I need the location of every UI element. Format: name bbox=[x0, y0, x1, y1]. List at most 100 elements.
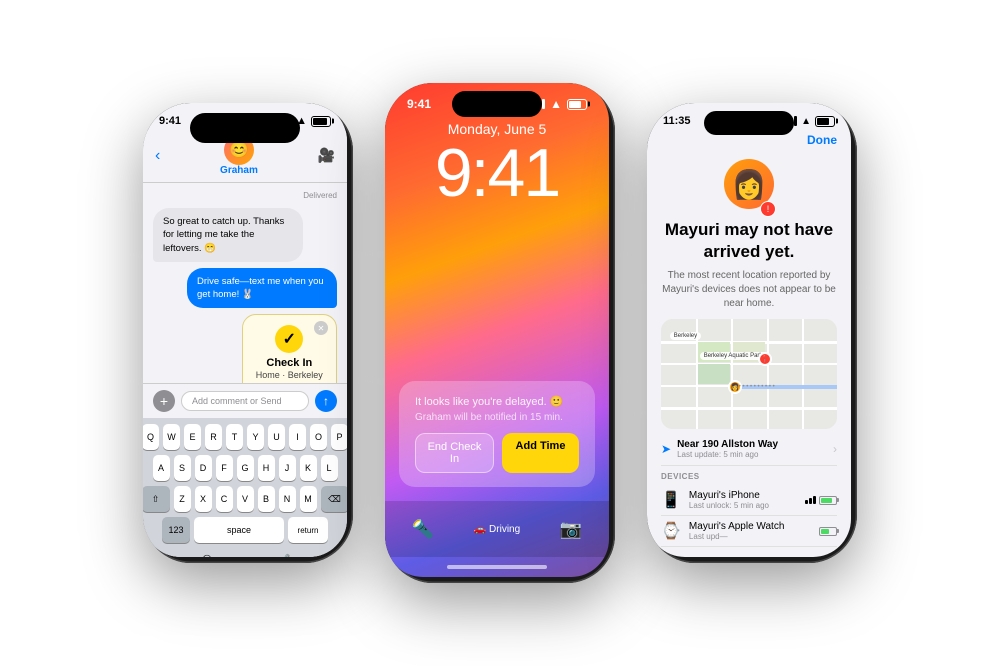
device-signals-iphone bbox=[805, 496, 837, 505]
keyboard-bottom: ☺ 🎤 bbox=[147, 548, 343, 557]
location-text-block: Near 190 Allston Way Last update: 5 min … bbox=[677, 439, 778, 459]
ls-dock: 🔦 🚗 Driving 📷 bbox=[385, 501, 609, 557]
key-backspace[interactable]: ⌫ bbox=[321, 486, 348, 512]
key-p[interactable]: P bbox=[331, 424, 347, 450]
key-i[interactable]: I bbox=[289, 424, 306, 450]
map-road-v3 bbox=[767, 319, 769, 429]
location-update-time: Last update: 5 min ago bbox=[677, 450, 778, 459]
key-z[interactable]: Z bbox=[174, 486, 191, 512]
key-space[interactable]: space bbox=[194, 517, 284, 543]
key-x[interactable]: X bbox=[195, 486, 212, 512]
battery-icon bbox=[311, 116, 331, 127]
time: 9:41 bbox=[159, 115, 181, 127]
video-call-button[interactable]: 🎥 bbox=[318, 147, 335, 164]
checkin-card: ✕ ✓ Check In Home · BerkeleyAround 11:00… bbox=[242, 314, 337, 383]
device-info-watch: Mayuri's Apple Watch Last upd— bbox=[689, 521, 811, 541]
key-s[interactable]: S bbox=[174, 455, 191, 481]
map-label-berkeley: Berkeley bbox=[670, 332, 701, 340]
delivered-status: Delivered bbox=[153, 191, 337, 200]
key-t[interactable]: T bbox=[226, 424, 243, 450]
contact-name[interactable]: Graham bbox=[220, 165, 258, 176]
map-label-aquatic: Berkeley Aquatic Park bbox=[700, 352, 767, 360]
key-w[interactable]: W bbox=[163, 424, 180, 450]
key-shift[interactable]: ⇧ bbox=[143, 486, 170, 512]
key-e[interactable]: E bbox=[184, 424, 201, 450]
messages-screen: 9:41 ▲ ‹ 😊 Graham 🎥 Deliver bbox=[143, 103, 347, 557]
emoji-button[interactable]: ☺ bbox=[200, 550, 214, 557]
key-q[interactable]: Q bbox=[143, 424, 159, 450]
watch-icon: ⌚ bbox=[661, 521, 681, 541]
ls-wifi-icon: ▲ bbox=[550, 97, 562, 111]
map-road-h2 bbox=[661, 363, 837, 365]
keyboard-row-4: 123 space return bbox=[147, 517, 343, 543]
ls-time: 9:41 bbox=[407, 97, 431, 111]
done-button[interactable]: Done bbox=[807, 133, 837, 147]
attachment-button[interactable]: + bbox=[153, 390, 175, 412]
checkin-icon: ✓ bbox=[275, 325, 303, 353]
device-signals-watch bbox=[819, 527, 837, 536]
location-address: Near 190 Allston Way bbox=[677, 439, 778, 450]
key-f[interactable]: F bbox=[216, 455, 233, 481]
key-r[interactable]: R bbox=[205, 424, 222, 450]
findmy-screen: 11:35 ▲ Done 👩 ! Mayuri ma bbox=[647, 103, 851, 557]
dynamic-island-2 bbox=[452, 91, 542, 117]
device-status-watch: Last upd— bbox=[689, 532, 811, 541]
key-j[interactable]: J bbox=[279, 455, 296, 481]
device-status-iphone: Last unlock: 5 min ago bbox=[689, 501, 797, 510]
location-info: ➤ Near 190 Allston Way Last update: 5 mi… bbox=[661, 439, 778, 459]
key-h[interactable]: H bbox=[258, 455, 275, 481]
map-block-2 bbox=[698, 364, 730, 384]
ls-dock-icons: 🚗 Driving bbox=[474, 524, 520, 535]
key-numbers[interactable]: 123 bbox=[162, 517, 190, 543]
key-n[interactable]: N bbox=[279, 486, 296, 512]
location-row[interactable]: ➤ Near 190 Allston Way Last update: 5 mi… bbox=[661, 433, 837, 466]
key-u[interactable]: U bbox=[268, 424, 285, 450]
checkin-close-button[interactable]: ✕ bbox=[314, 321, 328, 335]
key-o[interactable]: O bbox=[310, 424, 327, 450]
findmy-headline: Mayuri may not have arrived yet. bbox=[661, 219, 837, 263]
key-d[interactable]: D bbox=[195, 455, 212, 481]
message-input[interactable]: Add comment or Send bbox=[181, 391, 309, 411]
camera-button[interactable]: 📷 bbox=[553, 511, 589, 547]
end-checkin-button[interactable]: End Check In bbox=[415, 433, 494, 473]
ls-clock: 9:41 bbox=[385, 139, 609, 207]
map-route-dots: • • • • • • • • • • • bbox=[735, 386, 823, 388]
message-input-bar: + Add comment or Send ↑ bbox=[143, 383, 347, 418]
key-a[interactable]: A bbox=[153, 455, 170, 481]
key-return[interactable]: return bbox=[288, 517, 328, 543]
dynamic-island-3 bbox=[704, 111, 794, 135]
phone-findmy: 11:35 ▲ Done 👩 ! Mayuri ma bbox=[647, 103, 857, 563]
home-indicator bbox=[385, 557, 609, 577]
phone-messages: 9:41 ▲ ‹ 😊 Graham 🎥 Deliver bbox=[143, 103, 353, 563]
key-m[interactable]: M bbox=[300, 486, 317, 512]
notif-buttons: End Check In Add Time bbox=[415, 433, 579, 473]
map-background: Berkeley Berkeley Aquatic Park 📍 👩 • • •… bbox=[661, 319, 837, 429]
findmy-battery-icon bbox=[815, 116, 835, 127]
messages-area: Delivered So great to catch up. Thanks f… bbox=[143, 183, 347, 383]
flashlight-button[interactable]: 🔦 bbox=[405, 511, 441, 547]
message-received-1: So great to catch up. Thanks for letting… bbox=[153, 208, 303, 262]
map-road-v2 bbox=[731, 319, 733, 429]
add-time-button[interactable]: Add Time bbox=[502, 433, 579, 473]
notif-subtitle: Graham will be notified in 15 min. bbox=[415, 412, 579, 423]
key-y[interactable]: Y bbox=[247, 424, 264, 450]
driving-icon: 🚗 Driving bbox=[474, 524, 520, 535]
key-v[interactable]: V bbox=[237, 486, 254, 512]
back-button[interactable]: ‹ bbox=[155, 147, 160, 165]
map-container[interactable]: Berkeley Berkeley Aquatic Park 📍 👩 • • •… bbox=[661, 319, 837, 429]
findmy-content: 👩 ! Mayuri may not have arrived yet. The… bbox=[647, 153, 851, 557]
keyboard-row-3: ⇧ Z X C V B N M ⌫ bbox=[147, 486, 343, 512]
key-c[interactable]: C bbox=[216, 486, 233, 512]
key-k[interactable]: K bbox=[300, 455, 317, 481]
key-l[interactable]: L bbox=[321, 455, 338, 481]
devices-section: DEVICES 📱 Mayuri's iPhone Last unlock: 5… bbox=[661, 472, 837, 547]
dictation-icon[interactable]: 🎤 bbox=[280, 554, 290, 558]
checkin-detail: Home · BerkeleyAround 11:00 PM bbox=[255, 369, 324, 383]
keyboard-row-1: Q W E R T Y U I O P bbox=[147, 424, 343, 450]
lockscreen-background: 9:41 ▲ Monday, June 5 9:41 bbox=[385, 83, 609, 577]
key-g[interactable]: G bbox=[237, 455, 254, 481]
send-button[interactable]: ↑ bbox=[315, 390, 337, 412]
devices-label: DEVICES bbox=[661, 472, 837, 481]
device-battery-watch bbox=[819, 527, 837, 536]
key-b[interactable]: B bbox=[258, 486, 275, 512]
